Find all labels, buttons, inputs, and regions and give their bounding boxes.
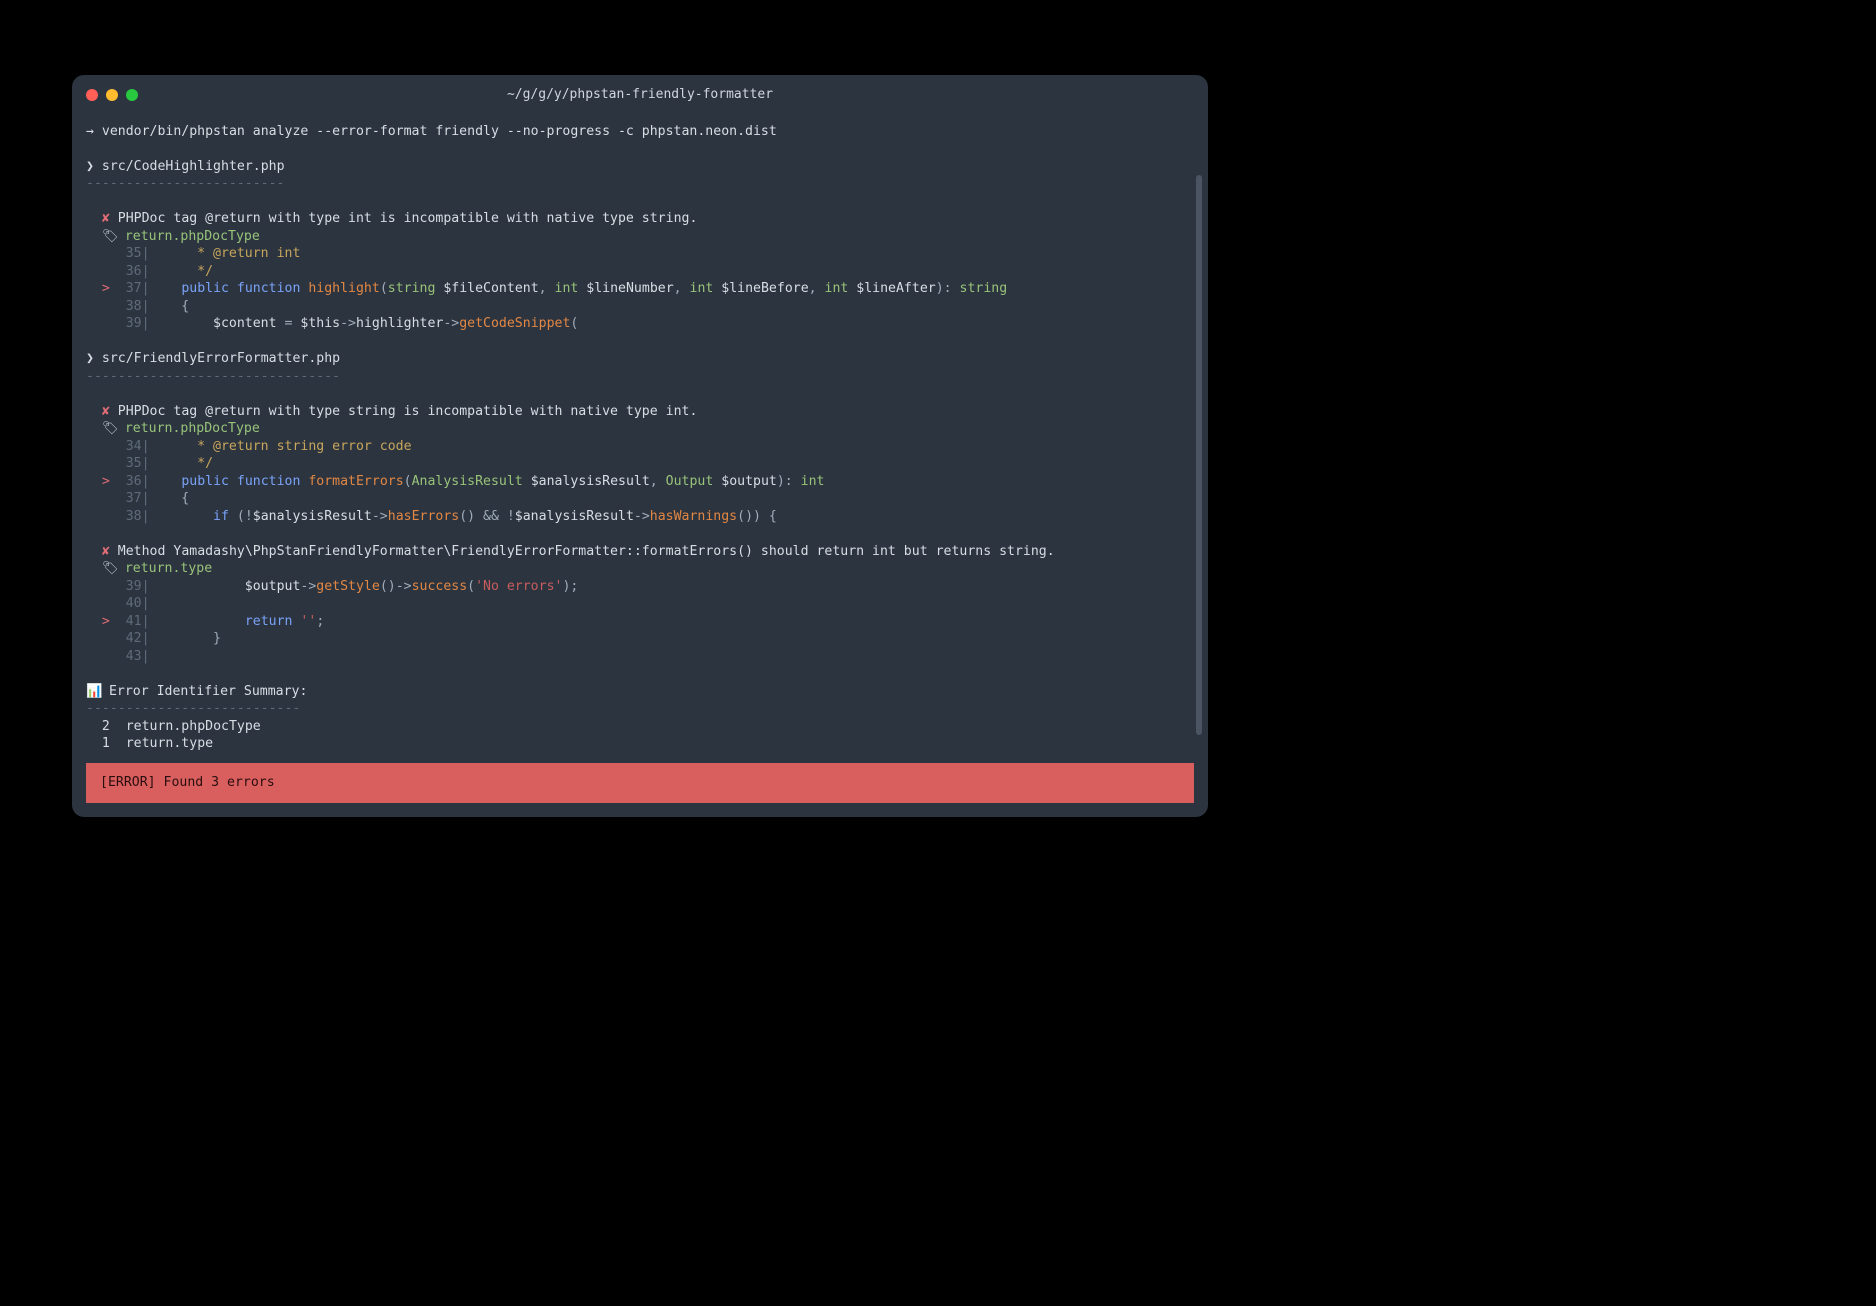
terminal-output: → vendor/bin/phpstan analyze --error-for… <box>86 123 1194 753</box>
error-summary-bar: [ERROR] Found 3 errors <box>86 763 1194 803</box>
terminal-window: ~/g/g/y/phpstan-friendly-formatter → ven… <box>72 75 1208 817</box>
maximize-icon[interactable] <box>126 89 138 101</box>
close-icon[interactable] <box>86 89 98 101</box>
window-title: ~/g/g/y/phpstan-friendly-formatter <box>72 87 1208 102</box>
traffic-lights <box>86 89 138 101</box>
scrollbar[interactable] <box>1196 175 1202 735</box>
minimize-icon[interactable] <box>106 89 118 101</box>
titlebar: ~/g/g/y/phpstan-friendly-formatter <box>72 75 1208 115</box>
terminal-body[interactable]: → vendor/bin/phpstan analyze --error-for… <box>72 115 1208 817</box>
